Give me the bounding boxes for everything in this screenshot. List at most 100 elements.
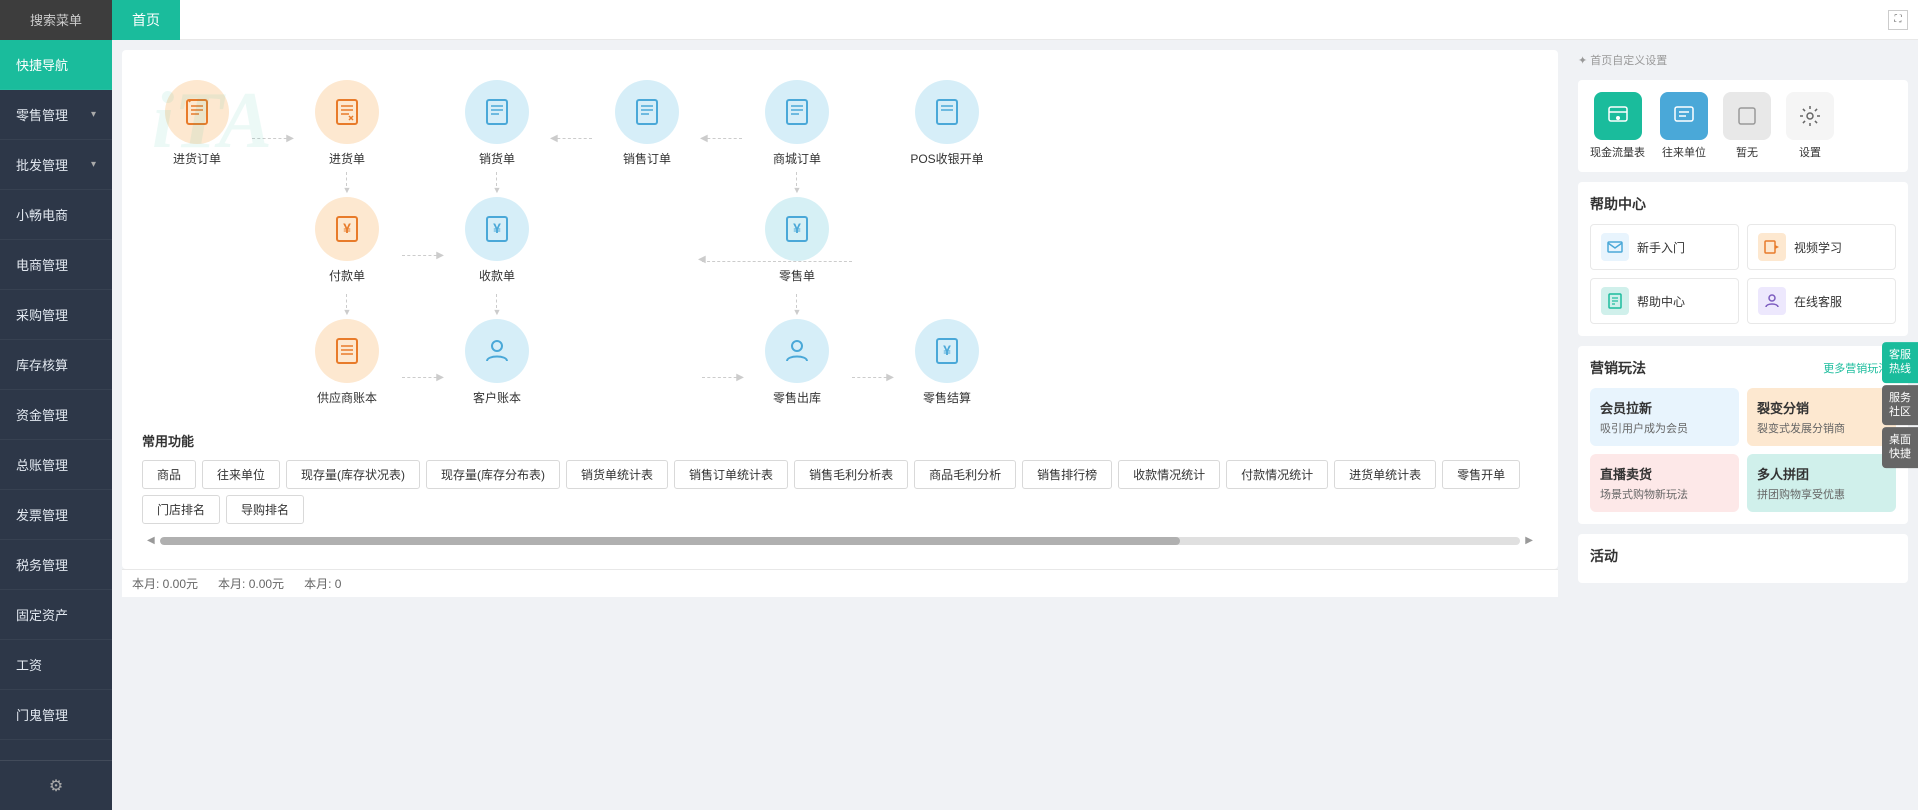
sidebar-item-invoice[interactable]: 发票管理: [0, 490, 112, 540]
home-tab[interactable]: 首页: [112, 0, 180, 40]
func-btn-9[interactable]: 收款情况统计: [1118, 460, 1220, 489]
node-label: 付款单: [329, 267, 365, 284]
sidebar-item-finance[interactable]: 资金管理: [0, 390, 112, 440]
marketing-item-member[interactable]: 会员拉新 吸引用户成为会员: [1590, 388, 1739, 446]
sidebar-item-fixed-assets[interactable]: 固定资产: [0, 590, 112, 640]
func-btn-12[interactable]: 零售开单: [1442, 460, 1520, 489]
v-connector-purchase: ▼: [343, 172, 352, 195]
node-label: 商城订单: [773, 150, 821, 167]
sidebar-item-general-ledger[interactable]: 总账管理: [0, 440, 112, 490]
svg-text:¥: ¥: [943, 342, 951, 358]
node-pos[interactable]: POS收银开单: [892, 80, 1002, 167]
help-item-support[interactable]: 在线客服: [1747, 278, 1896, 324]
video-icon: [1758, 233, 1786, 261]
marketing-item-group[interactable]: 多人拼团 拼团购物享受优惠: [1747, 454, 1896, 512]
node-purchase-order[interactable]: 进货订单: [142, 80, 252, 167]
node-sales-order[interactable]: 销售订单: [592, 80, 702, 167]
svg-text:¥: ¥: [493, 220, 501, 236]
quick-icon-settings[interactable]: 设置: [1786, 92, 1834, 160]
search-menu[interactable]: 搜索菜单: [0, 0, 112, 40]
scroll-left-arrow[interactable]: ◀: [142, 535, 160, 546]
expand-icon[interactable]: ⛶: [1888, 10, 1908, 30]
supplier-ledger-icon: [331, 335, 363, 367]
customize-link[interactable]: ✦ 首页自定义设置: [1578, 52, 1908, 68]
help-item-docs[interactable]: 帮助中心: [1590, 278, 1739, 324]
sidebar-item-payroll[interactable]: 工资: [0, 640, 112, 690]
sidebar-item-door[interactable]: 门鬼管理: [0, 690, 112, 740]
node-receipt[interactable]: ▼ ¥ 收款单: [442, 172, 552, 284]
pos-icon: [931, 96, 963, 128]
sidebar-item-label: 发票管理: [16, 505, 68, 524]
sidebar-item-inventory[interactable]: 库存核算: [0, 340, 112, 390]
retail-icon: ¥: [781, 213, 813, 245]
common-funcs-title: 常用功能: [142, 431, 1538, 450]
retail-out-icon: [781, 335, 813, 367]
node-customer-ledger[interactable]: ▼ 客户账本: [442, 294, 552, 406]
sidebar-item-ecommerce-small[interactable]: 小畅电商: [0, 190, 112, 240]
func-btn-7[interactable]: 商品毛利分析: [914, 460, 1016, 489]
v-connector-payment: ▼: [343, 294, 352, 317]
func-btn-1[interactable]: 往来单位: [202, 460, 280, 489]
partners-icon-box: [1660, 92, 1708, 140]
v-connector-receipt: ▼: [493, 294, 502, 317]
sidebar: 快捷导航 零售管理 ▾ 批发管理 ▾ 小畅电商 电商管理 采购管理 库存核算 资…: [0, 40, 112, 810]
node-supplier-ledger[interactable]: ▼ 供应商账本: [292, 294, 402, 406]
quick-icon-label: 暂无: [1736, 144, 1758, 160]
node-sales[interactable]: 销货单: [442, 80, 552, 167]
func-btn-4[interactable]: 销货单统计表: [566, 460, 668, 489]
arrow-connector-r3-3: ▶: [702, 377, 742, 406]
arrow-down-connector: ▶: [402, 255, 442, 284]
stat-1: 本月: 0.00元: [218, 575, 284, 592]
marketing-header: 营销玩法 更多营销玩法 ›: [1590, 358, 1896, 378]
func-btn-6[interactable]: 销售毛利分析表: [794, 460, 908, 489]
sidebar-item-wholesale[interactable]: 批发管理 ▾: [0, 140, 112, 190]
sidebar-settings-button[interactable]: ⚙: [0, 760, 112, 810]
help-center-title: 帮助中心: [1590, 194, 1896, 214]
marketing-item-title: 多人拼团: [1757, 464, 1886, 483]
scroll-thumb: [160, 537, 1180, 545]
float-btn-desktop[interactable]: 桌面快捷: [1882, 427, 1918, 468]
func-btn-14[interactable]: 导购排名: [226, 495, 304, 524]
top-bar: 搜索菜单 首页 ⛶: [0, 0, 1918, 40]
mall-order-icon: [781, 96, 813, 128]
func-btn-13[interactable]: 门店排名: [142, 495, 220, 524]
func-btn-0[interactable]: 商品: [142, 460, 196, 489]
quick-icon-partners[interactable]: 往来单位: [1660, 92, 1708, 160]
func-btn-11[interactable]: 进货单统计表: [1334, 460, 1436, 489]
func-btn-2[interactable]: 现存量(库存状况表): [286, 460, 420, 489]
sidebar-item-label: 快捷导航: [16, 55, 68, 74]
func-btn-8[interactable]: 销售排行榜: [1022, 460, 1112, 489]
node-purchase[interactable]: 进货单: [292, 80, 402, 167]
help-item-beginner[interactable]: 新手入门: [1590, 224, 1739, 270]
receipt-icon: ¥: [481, 213, 513, 245]
main-panel: iTA: [112, 40, 1568, 810]
sidebar-item-ecommerce[interactable]: 电商管理: [0, 240, 112, 290]
node-mall-order[interactable]: 商城订单: [742, 80, 852, 167]
sidebar-item-tax[interactable]: 税务管理: [0, 540, 112, 590]
sidebar-item-label: 采购管理: [16, 305, 68, 324]
flow-row-1: 进货订单 ▶: [142, 80, 1538, 167]
float-btn-service[interactable]: 客服热线: [1882, 342, 1918, 383]
node-retail-settle[interactable]: ¥ 零售结算: [892, 289, 1002, 406]
sidebar-item-label: 税务管理: [16, 555, 68, 574]
marketing-item-live[interactable]: 直播卖货 场景式购物新玩法: [1590, 454, 1739, 512]
func-btn-3[interactable]: 现存量(库存分布表): [426, 460, 560, 489]
quick-icon-none[interactable]: 暂无: [1723, 92, 1771, 160]
func-btn-5[interactable]: 销售订单统计表: [674, 460, 788, 489]
quick-icon-cashflow[interactable]: 现金流量表: [1590, 92, 1645, 160]
sidebar-item-purchase[interactable]: 采购管理: [0, 290, 112, 340]
spacer-1: [402, 138, 442, 168]
func-btn-10[interactable]: 付款情况统计: [1226, 460, 1328, 489]
flow-diagram: 进货订单 ▶: [142, 70, 1538, 416]
help-item-video[interactable]: 视频学习: [1747, 224, 1896, 270]
purchase-icon: [331, 96, 363, 128]
marketing-item-fission[interactable]: 裂变分销 裂变式发展分销商: [1747, 388, 1896, 446]
scroll-right-arrow[interactable]: ▶: [1520, 535, 1538, 546]
float-btn-community[interactable]: 服务社区: [1882, 385, 1918, 426]
sidebar-item-retail[interactable]: 零售管理 ▾: [0, 90, 112, 140]
scroll-track[interactable]: [160, 537, 1521, 545]
node-retail-out[interactable]: ▼ 零售出库: [742, 294, 852, 406]
node-payment[interactable]: ▼ ¥ 付款单: [292, 172, 402, 284]
horizontal-scrollbar[interactable]: ◀ ▶: [142, 532, 1538, 549]
sidebar-item-quick-nav[interactable]: 快捷导航: [0, 40, 112, 90]
